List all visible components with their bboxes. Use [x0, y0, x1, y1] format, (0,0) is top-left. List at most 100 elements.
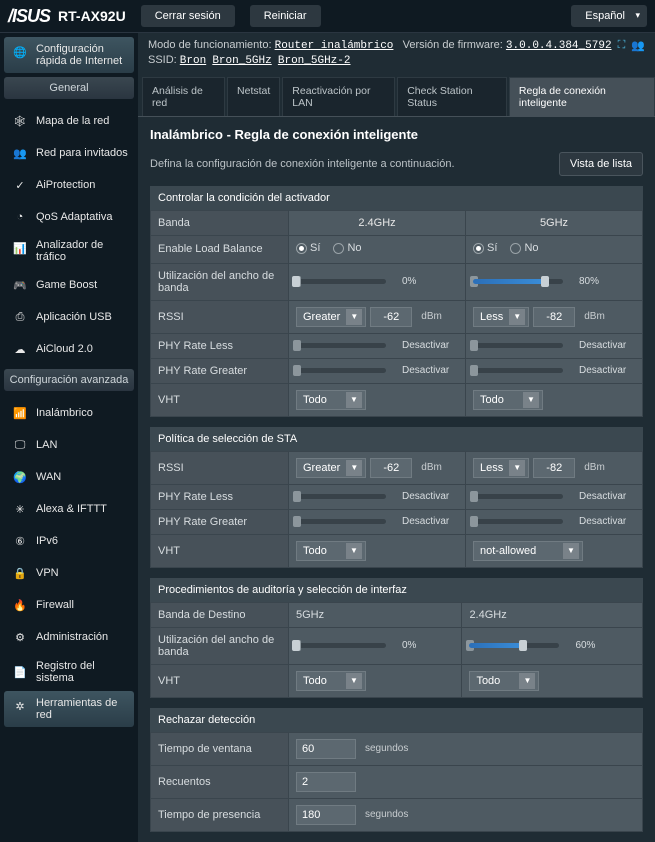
- rssi-label: RSSI: [151, 300, 289, 333]
- sta-rssi-5-op[interactable]: Less▼: [473, 458, 529, 478]
- alexa-icon: ✳: [10, 500, 30, 518]
- sta-phyless-24[interactable]: Desactivar: [296, 491, 458, 502]
- sidebar-item-vpn[interactable]: 🔒 VPN: [4, 557, 134, 589]
- audit-bw-5[interactable]: 60%: [469, 640, 635, 651]
- sidebar-item-qos[interactable]: ◔QoS Adaptativa: [4, 201, 134, 233]
- rssi-24-val[interactable]: [370, 307, 412, 327]
- mode-label: Modo de funcionamiento:: [148, 39, 272, 51]
- phygt-24-slider[interactable]: Desactivar: [296, 365, 458, 376]
- presence-input[interactable]: [296, 805, 356, 825]
- window-input[interactable]: [296, 739, 356, 759]
- fw-value[interactable]: 3.0.0.4.384_5792: [506, 40, 612, 52]
- vpn-icon: 🔒: [10, 564, 30, 582]
- sidebar-item-label: Aplicación USB: [36, 311, 112, 323]
- sidebar-item-admin[interactable]: ⚙Administración: [4, 621, 134, 653]
- phyless-label: PHY Rate Less: [151, 333, 289, 358]
- audit-bw-24[interactable]: 0%: [296, 640, 454, 651]
- destband-5: 2.4GHz: [462, 602, 643, 627]
- gamepad-icon: 🎮: [10, 276, 30, 294]
- lb-5-yes[interactable]: Sí: [473, 242, 497, 254]
- sidebar-item-label: Inalámbrico: [36, 407, 93, 419]
- sidebar-item-label: VPN: [36, 567, 59, 579]
- sta-phyless-5[interactable]: Desactivar: [473, 491, 635, 502]
- sidebar-item-nettools[interactable]: ✲Herramientas de red: [4, 691, 134, 727]
- sta-phygt-24[interactable]: Desactivar: [296, 516, 458, 527]
- chevron-down-icon: ▼: [346, 460, 362, 476]
- lb-5-no[interactable]: No: [510, 242, 538, 254]
- sta-rssi-24-val[interactable]: [370, 458, 412, 478]
- vht-24-select[interactable]: Todo▼: [296, 390, 366, 410]
- lb-24-no[interactable]: No: [333, 242, 361, 254]
- sidebar-item-lan[interactable]: 🖵LAN: [4, 429, 134, 461]
- rssi-24-op[interactable]: Greater▼: [296, 307, 366, 327]
- vht-5-select[interactable]: Todo▼: [473, 390, 543, 410]
- destband-label: Banda de Destino: [151, 602, 289, 627]
- audit-vht-5[interactable]: Todo▼: [469, 671, 539, 691]
- ssid-label: SSID:: [148, 54, 177, 66]
- sidebar-quick-setup[interactable]: 🌐 Configuración rápida de Internet: [4, 37, 134, 73]
- clients-icon[interactable]: 👥: [631, 39, 645, 52]
- counts-label: Recuentos: [151, 765, 289, 798]
- sidebar-item-label: Firewall: [36, 599, 74, 611]
- sidebar-item-alexa[interactable]: ✳Alexa & IFTTT: [4, 493, 134, 525]
- rssi-5-val[interactable]: [533, 307, 575, 327]
- sidebar-item-gameboost[interactable]: 🎮 Game Boost: [4, 269, 134, 301]
- sidebar-item-aiprotection[interactable]: ✓AiProtection: [4, 169, 134, 201]
- sidebar-item-ipv6[interactable]: ⑥IPv6: [4, 525, 134, 557]
- aimesh-icon[interactable]: ⛶: [618, 39, 626, 52]
- tab-netanalysis[interactable]: Análisis de red: [142, 77, 225, 116]
- tab-wol[interactable]: Reactivación por LAN: [282, 77, 395, 116]
- bw-24-slider[interactable]: 0%: [296, 276, 458, 287]
- chevron-down-icon: ▼: [346, 392, 362, 408]
- sidebar-item-label: IPv6: [36, 535, 58, 547]
- section-trigger-title: Controlar la condición del activador: [150, 186, 643, 210]
- audit-vht-24[interactable]: Todo▼: [296, 671, 366, 691]
- presence-label: Tiempo de presencia: [151, 798, 289, 831]
- sidebar-item-guest[interactable]: 👥Red para invitados: [4, 137, 134, 169]
- sidebar-item-label: LAN: [36, 439, 57, 451]
- rssi-5-op[interactable]: Less▼: [473, 307, 529, 327]
- sidebar-item-wan[interactable]: 🌍WAN: [4, 461, 134, 493]
- sidebar-item-network-map[interactable]: 🕸Mapa de la red: [4, 105, 134, 137]
- phygreater-label: PHY Rate Greater: [151, 358, 289, 383]
- tab-smartconnect[interactable]: Regla de conexión inteligente: [509, 77, 655, 116]
- sta-vht-5[interactable]: not-allowed▼: [473, 541, 583, 561]
- sidebar-item-syslog[interactable]: 📄Registro del sistema: [4, 653, 134, 691]
- sidebar-section-general: General: [4, 77, 134, 99]
- chevron-down-icon: ▼: [509, 460, 525, 476]
- tab-netstat[interactable]: Netstat: [227, 77, 280, 116]
- sidebar-item-label: Analizador de tráfico: [36, 239, 128, 263]
- phygt-5-slider[interactable]: Desactivar: [473, 365, 635, 376]
- bw-5-slider[interactable]: 80%: [473, 276, 635, 287]
- reboot-button[interactable]: Reiniciar: [250, 5, 321, 27]
- wifi-icon: 📶: [10, 404, 30, 422]
- tab-check-station[interactable]: Check Station Status: [397, 77, 507, 116]
- mode-value[interactable]: Router inalámbrico: [275, 40, 394, 52]
- phyless-24-slider[interactable]: Desactivar: [296, 340, 458, 351]
- chevron-down-icon: ▼: [523, 392, 539, 408]
- sidebar-item-usb[interactable]: ⎙Aplicación USB: [4, 301, 134, 333]
- sta-rssi-24-op[interactable]: Greater▼: [296, 458, 366, 478]
- logout-button[interactable]: Cerrar sesión: [141, 5, 235, 27]
- list-view-button[interactable]: Vista de lista: [559, 152, 643, 176]
- bw-label: Utilización del ancho de banda: [151, 263, 289, 300]
- ssid-3: Bron_5GHz-2: [278, 55, 351, 67]
- chevron-down-icon: ▼: [346, 543, 362, 559]
- destband-24: 5GHz: [289, 602, 462, 627]
- sidebar-item-wireless[interactable]: 📶 Inalámbrico: [4, 397, 134, 429]
- counts-input[interactable]: [296, 772, 356, 792]
- admin-icon: ⚙: [10, 628, 30, 646]
- phyless-5-slider[interactable]: Desactivar: [473, 340, 635, 351]
- cloud-icon: ☁: [10, 340, 30, 358]
- sidebar-item-firewall[interactable]: 🔥Firewall: [4, 589, 134, 621]
- language-select[interactable]: Español: [571, 5, 647, 27]
- sta-rssi-5-val[interactable]: [533, 458, 575, 478]
- chevron-down-icon: ▼: [346, 309, 362, 325]
- sidebar-item-label: Game Boost: [36, 279, 97, 291]
- sta-vht-24[interactable]: Todo▼: [296, 541, 366, 561]
- sidebar-item-aicloud[interactable]: ☁AiCloud 2.0: [4, 333, 134, 365]
- sidebar-item-traffic[interactable]: 📊Analizador de tráfico: [4, 233, 134, 269]
- sidebar-item-label: AiProtection: [36, 179, 95, 191]
- sta-phygt-5[interactable]: Desactivar: [473, 516, 635, 527]
- lb-24-yes[interactable]: Sí: [296, 242, 320, 254]
